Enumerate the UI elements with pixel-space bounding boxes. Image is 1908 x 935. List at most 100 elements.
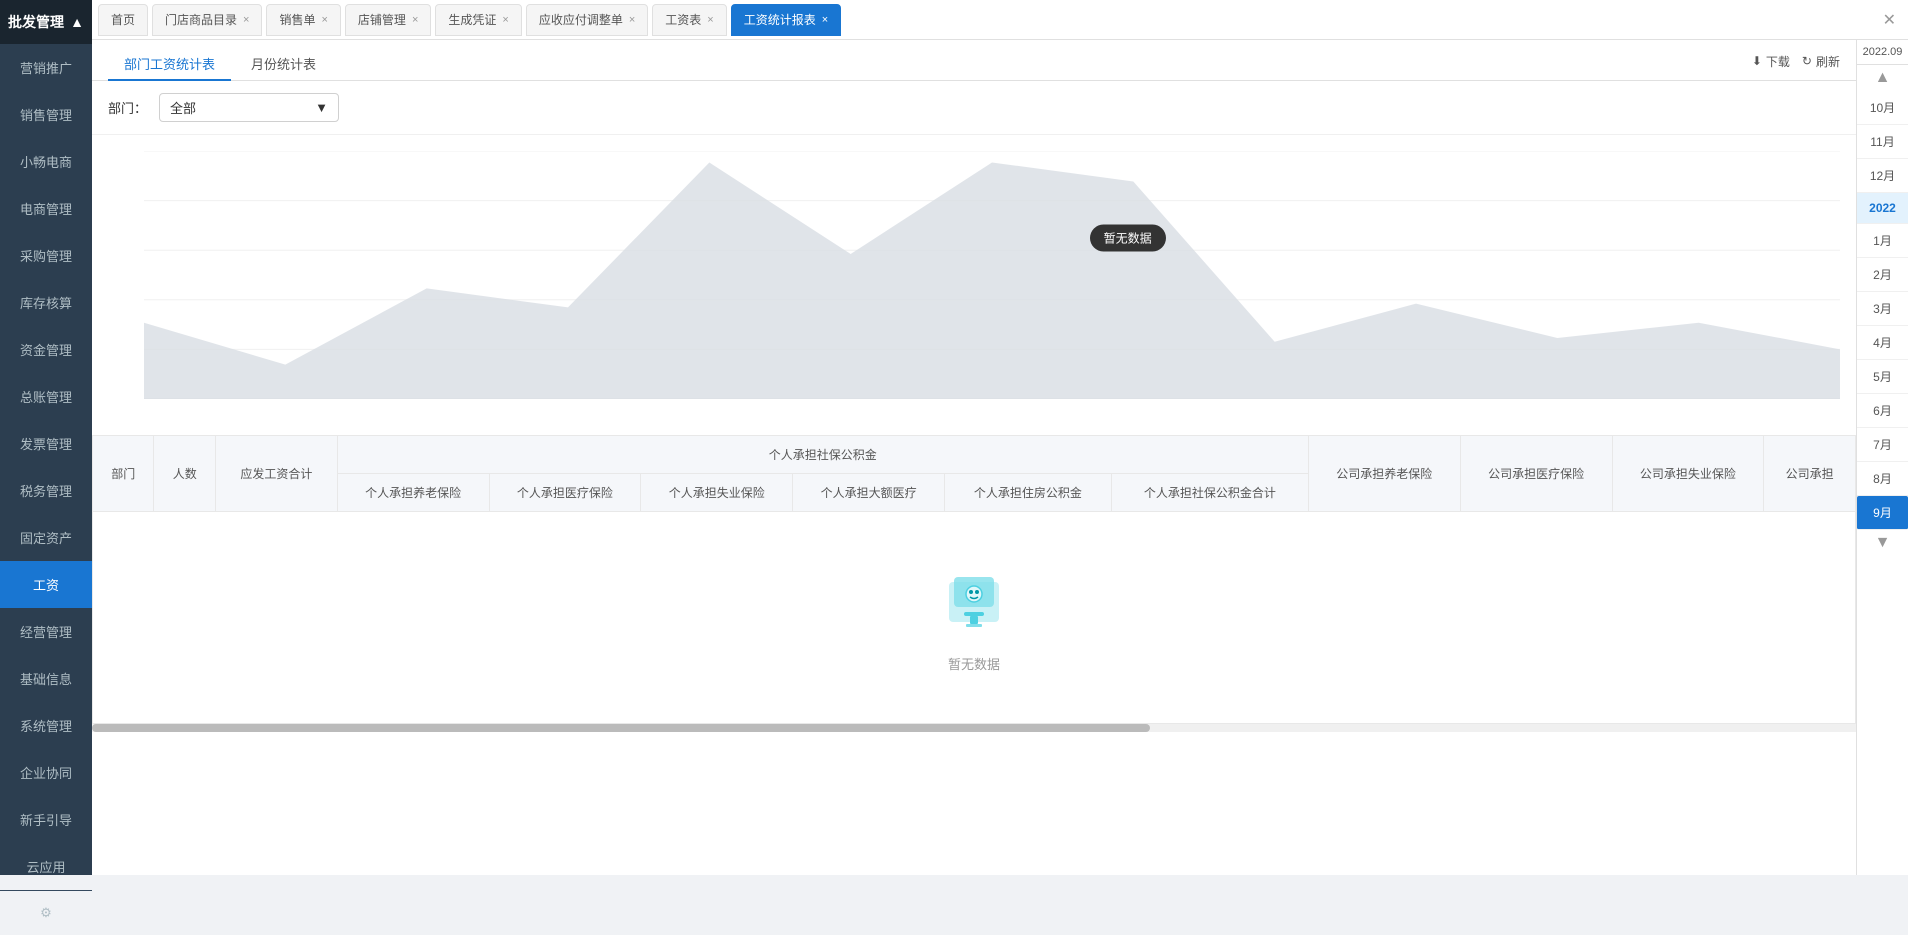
col-personal-total: 个人承担社保公积金合计 [1111, 474, 1308, 512]
date-panel-month-8月[interactable]: 8月 [1857, 462, 1908, 496]
tab-门店商品目录[interactable]: 门店商品目录 × [152, 4, 262, 36]
sidebar-item-资金管理[interactable]: 资金管理 [0, 326, 92, 373]
tab-label: 首页 [111, 11, 135, 28]
sidebar-item-税务管理[interactable]: 税务管理 [0, 467, 92, 514]
sidebar-item-云应用[interactable]: 云应用 [0, 843, 92, 890]
date-panel-month-2月[interactable]: 2月 [1857, 258, 1908, 292]
tab-工资统计报表[interactable]: 工资统计报表 × [731, 4, 841, 36]
tab-close-icon[interactable]: × [321, 14, 327, 26]
date-panel-month-12月[interactable]: 12月 [1857, 159, 1908, 193]
sidebar-items-container: 营销推广销售管理小畅电商电商管理采购管理库存核算资金管理总账管理发票管理税务管理… [0, 44, 92, 890]
tab-close-icon[interactable]: × [412, 14, 418, 26]
sidebar-item-工资[interactable]: 工资 [0, 561, 92, 608]
tab-bar: 首页门店商品目录×销售单×店铺管理×生成凭证×应收应付调整单×工资表×工资统计报… [92, 0, 1908, 40]
tab-close-icon[interactable]: × [822, 14, 828, 26]
chart-svg [144, 151, 1840, 399]
sub-tabs: 部门工资统计表 月份统计表 [108, 48, 332, 80]
date-panel-up[interactable]: ▲ [1857, 65, 1908, 91]
col-personal-old: 个人承担养老保险 [337, 474, 489, 512]
tab-label: 门店商品目录 [165, 11, 237, 28]
tab-month-stats[interactable]: 月份统计表 [235, 48, 332, 81]
date-panel-month-1月[interactable]: 1月 [1857, 224, 1908, 258]
date-panel-month-11月[interactable]: 11月 [1857, 125, 1908, 159]
col-total-salary: 应发工资合计 [215, 436, 337, 512]
content-area: 部门工资统计表 月份统计表 ⬇ 下载 ↻ 刷新 部门： [92, 40, 1908, 875]
date-panel-month-7月[interactable]: 7月 [1857, 428, 1908, 462]
close-all-icon[interactable]: ✕ [1883, 10, 1896, 30]
data-table: 部门 人数 应发工资合计 个人承担社保公积金 公司承担养老保险 公司承担医疗保险… [92, 435, 1856, 724]
date-panel-month-2022[interactable]: 2022 [1857, 193, 1908, 224]
sidebar-item-经营管理[interactable]: 经营管理 [0, 608, 92, 655]
tab-店铺管理[interactable]: 店铺管理× [345, 4, 431, 36]
settings-button[interactable]: ⚙ [0, 890, 92, 935]
sidebar-item-销售管理[interactable]: 销售管理 [0, 91, 92, 138]
col-company-old: 公司承担养老保险 [1308, 436, 1460, 512]
sidebar-item-固定资产[interactable]: 固定资产 [0, 514, 92, 561]
tabs-container: 首页门店商品目录×销售单×店铺管理×生成凭证×应收应付调整单×工资表×工资统计报… [96, 4, 1875, 36]
download-label: 下载 [1766, 53, 1790, 70]
sidebar-item-小畅电商[interactable]: 小畅电商 [0, 138, 92, 185]
date-panel-down[interactable]: ▼ [1857, 530, 1908, 556]
sidebar-item-营销推广[interactable]: 营销推广 [0, 44, 92, 91]
date-panel-month-9月[interactable]: 9月 [1857, 496, 1908, 530]
sidebar-item-电商管理[interactable]: 电商管理 [0, 185, 92, 232]
tab-close-icon[interactable]: × [243, 14, 249, 26]
col-personal-major-med: 个人承担大额医疗 [793, 474, 945, 512]
tab-label: 应收应付调整单 [539, 11, 623, 28]
col-personal-housing: 个人承担住房公积金 [944, 474, 1111, 512]
sidebar-header[interactable]: 批发管理 ▲ [0, 0, 92, 44]
col-company-unemp: 公司承担失业保险 [1612, 436, 1764, 512]
refresh-icon: ↻ [1802, 54, 1812, 68]
date-months-container: 10月11月12月20221月2月3月4月5月6月7月8月9月 [1857, 91, 1908, 530]
date-panel-month-4月[interactable]: 4月 [1857, 326, 1908, 360]
tab-销售单[interactable]: 销售单 × [266, 4, 340, 36]
tab-close-icon[interactable]: × [707, 14, 713, 26]
download-button[interactable]: ⬇ 下载 [1752, 53, 1790, 70]
date-panel-month-6月[interactable]: 6月 [1857, 394, 1908, 428]
refresh-button[interactable]: ↻ 刷新 [1802, 53, 1840, 70]
tab-工资表[interactable]: 工资表 × [652, 4, 726, 36]
tab-label: 工资表 [665, 11, 701, 28]
refresh-label: 刷新 [1816, 53, 1840, 70]
col-personal-med: 个人承担医疗保险 [489, 474, 641, 512]
col-company-other: 公司承担 [1764, 436, 1856, 512]
dept-select-value: 全部 [170, 98, 196, 117]
sidebar-item-企业协同[interactable]: 企业协同 [0, 749, 92, 796]
empty-text: 暂无数据 [948, 654, 1000, 673]
tab-label: 生成凭证 [448, 11, 496, 28]
tab-首页[interactable]: 首页 [98, 4, 148, 36]
sidebar-item-基础信息[interactable]: 基础信息 [0, 655, 92, 702]
date-panel-month-5月[interactable]: 5月 [1857, 360, 1908, 394]
sidebar-item-新手引导[interactable]: 新手引导 [0, 796, 92, 843]
sidebar-title: 批发管理 [8, 12, 64, 32]
sidebar-item-采购管理[interactable]: 采购管理 [0, 232, 92, 279]
tab-生成凭证[interactable]: 生成凭证 × [435, 4, 521, 36]
date-panel-month-3月[interactable]: 3月 [1857, 292, 1908, 326]
sidebar-arrow-icon: ▲ [70, 14, 84, 30]
tab-label: 销售单 [279, 11, 315, 28]
sidebar-item-系统管理[interactable]: 系统管理 [0, 702, 92, 749]
tab-label: 工资统计报表 [744, 11, 816, 28]
table-wrapper[interactable]: 部门 人数 应发工资合计 个人承担社保公积金 公司承担养老保险 公司承担医疗保险… [92, 435, 1856, 875]
sidebar-item-发票管理[interactable]: 发票管理 [0, 420, 92, 467]
chart-area: 暂无数据 [92, 135, 1856, 435]
chart-container: 暂无数据 [108, 151, 1840, 419]
chart-inner: 暂无数据 [144, 151, 1840, 399]
sidebar-item-库存核算[interactable]: 库存核算 [0, 279, 92, 326]
date-panel: 2022.09 ▲ 10月11月12月20221月2月3月4月5月6月7月8月9… [1856, 40, 1908, 875]
empty-state-cell: 暂无数据 [93, 512, 1856, 724]
tab-close-icon[interactable]: × [629, 14, 635, 26]
col-group-personal: 个人承担社保公积金 [337, 436, 1308, 474]
empty-state: 暂无数据 [105, 522, 1843, 713]
tab-close-icon[interactable]: × [502, 14, 508, 26]
sidebar-item-总账管理[interactable]: 总账管理 [0, 373, 92, 420]
sub-tab-actions: ⬇ 下载 ↻ 刷新 [1752, 53, 1840, 76]
filter-dept-label: 部门： [108, 98, 147, 117]
col-dept: 部门 [93, 436, 154, 512]
tab-dept-stats[interactable]: 部门工资统计表 [108, 48, 231, 81]
dept-select[interactable]: 全部 ▼ [159, 93, 339, 122]
date-panel-month-10月[interactable]: 10月 [1857, 91, 1908, 125]
main-content: 首页门店商品目录×销售单×店铺管理×生成凭证×应收应付调整单×工资表×工资统计报… [92, 0, 1908, 875]
chevron-down-icon: ▼ [315, 100, 328, 115]
tab-应收应付调整单[interactable]: 应收应付调整单 × [526, 4, 648, 36]
